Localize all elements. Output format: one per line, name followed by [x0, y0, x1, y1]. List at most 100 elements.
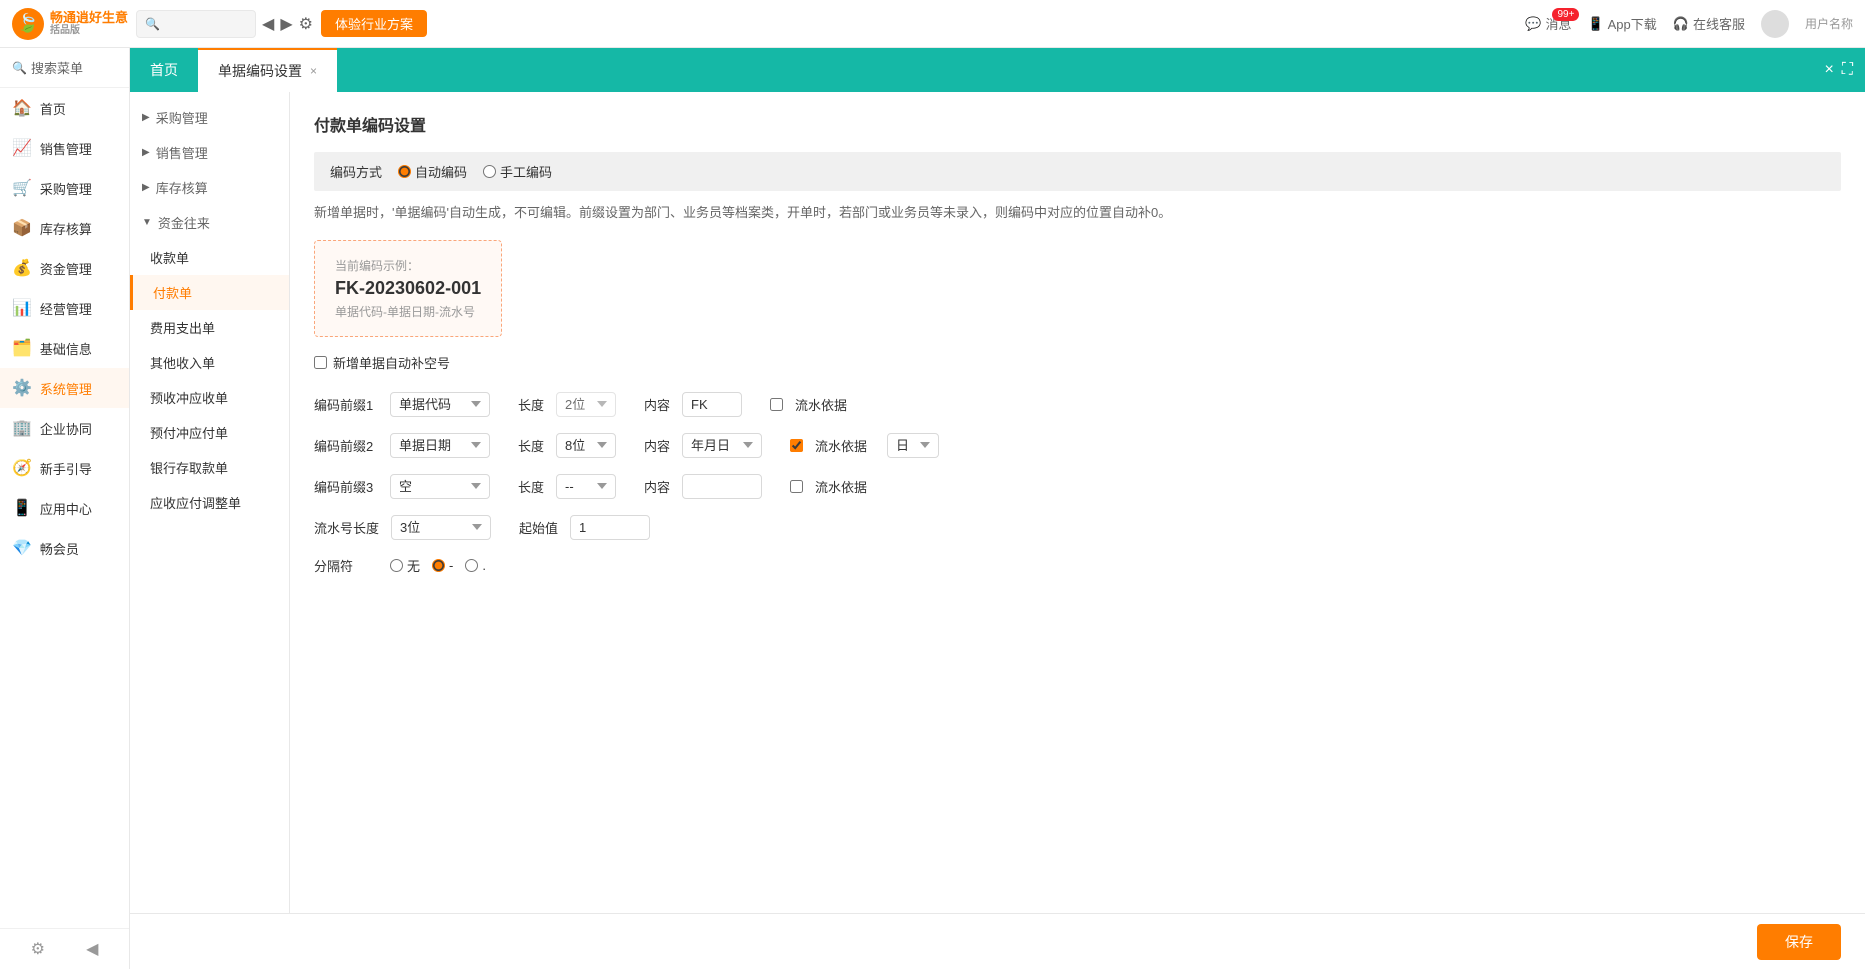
inventory-expand-icon: ▶: [142, 182, 150, 193]
sep-none-option[interactable]: 无: [390, 556, 420, 575]
sales-icon: 📈: [12, 138, 32, 158]
tab-close-icon[interactable]: ×: [310, 64, 317, 78]
code-example-box: 当前编码示例： FK-20230602-001 单据代码-单据日期-流水号: [314, 240, 502, 337]
menu-group-inventory[interactable]: ▶ 库存核算: [130, 170, 289, 205]
enterprise-icon: 🏢: [12, 418, 32, 438]
sidebar-item-home[interactable]: 🏠 首页: [0, 88, 129, 128]
sidebar-search[interactable]: 🔍 搜索菜单: [0, 48, 129, 88]
apps-icon: 📱: [12, 498, 32, 518]
sidebar-item-finance[interactable]: 💰 资金管理: [0, 248, 129, 288]
menu-item-expense[interactable]: 费用支出单: [130, 310, 289, 345]
tab-close-button[interactable]: ×: [1824, 61, 1833, 79]
menu-group-sales[interactable]: ▶ 销售管理: [130, 135, 289, 170]
prefix3-label: 编码前缀3: [314, 477, 378, 496]
prefix1-row: 编码前缀1 单据代码 单据日期 部门 业务员 空 长度 2位 4位 8位 内容: [314, 392, 1841, 417]
sep-dot-option[interactable]: .: [465, 558, 486, 573]
sep-none-radio[interactable]: [390, 559, 403, 572]
online-service-button[interactable]: 🎧 在线客服: [1673, 14, 1745, 33]
sidebar-item-operations[interactable]: 📊 经营管理: [0, 288, 129, 328]
operations-icon: 📊: [12, 298, 32, 318]
menu-item-other-income[interactable]: 其他收入单: [130, 345, 289, 380]
sep-dot-radio[interactable]: [465, 559, 478, 572]
prefix2-select[interactable]: 单据日期 单据代码 部门 业务员 空: [390, 433, 490, 458]
menu-item-pre-payment-offset[interactable]: 预付冲应付单: [130, 415, 289, 450]
serial1-checkbox[interactable]: [770, 398, 783, 411]
manual-code-radio[interactable]: [483, 165, 496, 178]
content2-select[interactable]: 年月日 年月 年: [682, 433, 762, 458]
menu-item-pre-receipt-offset[interactable]: 预收冲应收单: [130, 380, 289, 415]
content-area: 首页 单据编码设置 × × ⛶ ▶ 采购管理 ▶ 销售管理: [130, 48, 1865, 969]
message-icon: 💬: [1525, 16, 1541, 32]
length3-select[interactable]: --: [556, 474, 616, 499]
sidebar-item-enterprise[interactable]: 🏢 企业协同: [0, 408, 129, 448]
sep-dash-option[interactable]: -: [432, 558, 453, 573]
finance-icon: 💰: [12, 258, 32, 278]
sidebar-footer: ⚙ ◀: [0, 928, 129, 969]
auto-fill-row: 新增单据自动补空号: [314, 353, 1841, 372]
home-icon: 🏠: [12, 98, 32, 118]
nav-forward-icon[interactable]: ▶: [280, 14, 292, 34]
serial3-checkbox[interactable]: [790, 480, 803, 493]
length3-label: 长度: [518, 477, 544, 496]
manual-code-option[interactable]: 手工编码: [483, 162, 552, 181]
user-avatar[interactable]: [1761, 10, 1789, 38]
serial2-checkbox[interactable]: [790, 439, 803, 452]
content3-input[interactable]: [682, 474, 762, 499]
prefix1-select[interactable]: 单据代码 单据日期 部门 业务员 空: [390, 392, 490, 417]
tab-home[interactable]: 首页: [130, 48, 198, 92]
footer-settings-icon[interactable]: ⚙: [31, 939, 45, 959]
encoding-method-label: 编码方式: [330, 162, 382, 181]
sidebar-item-guide[interactable]: 🧭 新手引导: [0, 448, 129, 488]
content1-input[interactable]: [682, 392, 742, 417]
sidebar-item-basic[interactable]: 🗂️ 基础信息: [0, 328, 129, 368]
header-controls: 🔍 ◀ ▶ ⚙: [136, 10, 313, 38]
serial2-unit-select[interactable]: 日 月 年: [887, 433, 939, 458]
trial-button[interactable]: 体验行业方案: [321, 10, 427, 37]
content1-label: 内容: [644, 395, 670, 414]
message-button[interactable]: 💬 消息 99+: [1525, 14, 1571, 33]
header-settings-icon[interactable]: ⚙: [299, 14, 313, 34]
guide-icon: 🧭: [12, 458, 32, 478]
sep-dash-radio[interactable]: [432, 559, 445, 572]
save-button[interactable]: 保存: [1757, 924, 1841, 960]
prefix3-select[interactable]: 空 单据代码 单据日期 部门 业务员: [390, 474, 490, 499]
top-header: 🍃 畅通逍好生意 括品版 🔍 ◀ ▶ ⚙ 体验行业方案 💬 消息 99+ 📱 A…: [0, 0, 1865, 48]
nav-back-icon[interactable]: ◀: [262, 14, 274, 34]
serial-length-select[interactable]: 3位 4位 5位 6位: [391, 515, 491, 540]
sidebar-item-apps[interactable]: 📱 应用中心: [0, 488, 129, 528]
tab-maximize-button[interactable]: ⛶: [1842, 61, 1853, 79]
length1-select[interactable]: 2位 4位 8位: [556, 392, 616, 417]
vip-icon: 💎: [12, 538, 32, 558]
content2-label: 内容: [644, 436, 670, 455]
footer-collapse-icon[interactable]: ◀: [86, 939, 98, 959]
sidebar-item-purchase[interactable]: 🛒 采购管理: [0, 168, 129, 208]
description-text: 新增单据时，'单据编码'自动生成，不可编辑。前缀设置为部门、业务员等档案类，开单…: [314, 203, 1841, 224]
length2-select[interactable]: 8位 6位 4位: [556, 433, 616, 458]
left-menu-panel: ▶ 采购管理 ▶ 销售管理 ▶ 库存核算 ▼ 资金往来 收款单 付款单 费用支出…: [130, 92, 290, 913]
menu-group-finance[interactable]: ▼ 资金往来: [130, 205, 289, 240]
sidebar-item-sales[interactable]: 📈 销售管理: [0, 128, 129, 168]
auto-code-radio[interactable]: [398, 165, 411, 178]
menu-item-receivable-adjustment[interactable]: 应收应付调整单: [130, 485, 289, 520]
app-download-button[interactable]: 📱 App下载: [1587, 14, 1656, 33]
separator-row: 分隔符 无 - .: [314, 556, 1841, 575]
tab-encoding-settings[interactable]: 单据编码设置 ×: [198, 48, 337, 92]
basic-icon: 🗂️: [12, 338, 32, 358]
example-label: 当前编码示例：: [335, 257, 481, 274]
message-badge: 99+: [1552, 8, 1579, 21]
auto-fill-checkbox[interactable]: [314, 356, 327, 369]
start-value-input[interactable]: [570, 515, 650, 540]
auto-code-option[interactable]: 自动编码: [398, 162, 467, 181]
menu-item-payment[interactable]: 付款单: [130, 275, 289, 310]
inventory-icon: 📦: [12, 218, 32, 238]
menu-group-purchase[interactable]: ▶ 采购管理: [130, 100, 289, 135]
example-code: FK-20230602-001: [335, 278, 481, 299]
sidebar-item-vip[interactable]: 💎 畅会员: [0, 528, 129, 568]
menu-item-bank-deposit[interactable]: 银行存取款单: [130, 450, 289, 485]
prefix2-label: 编码前缀2: [314, 436, 378, 455]
length2-label: 长度: [518, 436, 544, 455]
sidebar-item-inventory[interactable]: 📦 库存核算: [0, 208, 129, 248]
sidebar-item-system[interactable]: ⚙️ 系统管理: [0, 368, 129, 408]
header-right: 💬 消息 99+ 📱 App下载 🎧 在线客服 用户名称: [1525, 10, 1853, 38]
menu-item-receipt[interactable]: 收款单: [130, 240, 289, 275]
